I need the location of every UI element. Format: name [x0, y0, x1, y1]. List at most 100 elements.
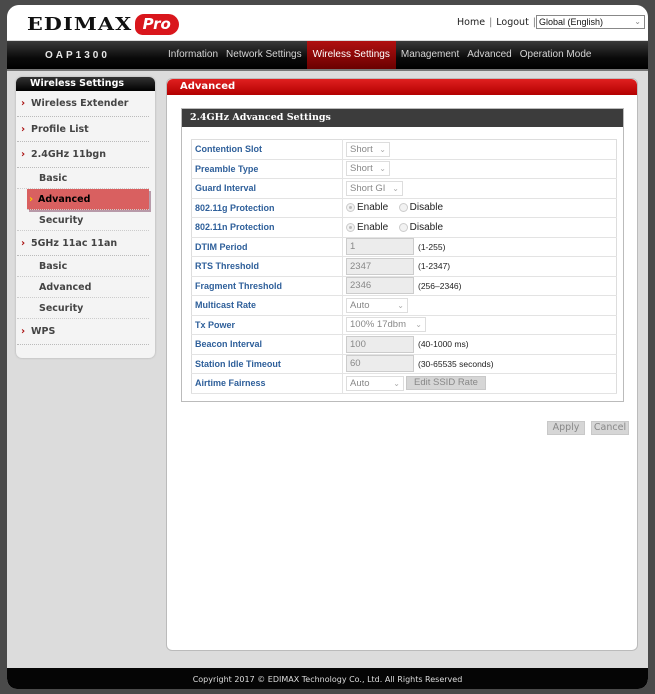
g-protection-enable-radio[interactable] [346, 203, 355, 213]
rts-input[interactable]: 2347 [346, 257, 414, 275]
nav-advanced[interactable]: Advanced [464, 41, 514, 69]
sidebar-sub-24-security[interactable]: Security [17, 210, 149, 231]
contention-slot-label: Contention Slot [191, 139, 343, 160]
sidebar-item-label: Advanced [38, 193, 91, 205]
sidebar-sub-24-advanced[interactable]: › Advanced [27, 188, 149, 210]
apply-button[interactable]: Apply [547, 421, 585, 435]
chevron-right-icon: › [21, 123, 26, 135]
rts-hint: (1-2347) [418, 261, 451, 272]
table-row: Airtime Fairness Auto ⌄ Edit SSID Rate [191, 373, 617, 394]
select-value: Short [350, 163, 373, 175]
sidebar-item-label: 2.4GHz 11bgn [31, 149, 106, 160]
tx-power-label: Tx Power [191, 315, 343, 335]
chevron-right-icon: › [21, 98, 26, 109]
select-value: Auto [350, 377, 370, 389]
main-panel: Advanced 2.4GHz Advanced Settings Conten… [166, 78, 638, 651]
tx-power-select[interactable]: 100% 17dbm ⌄ [346, 317, 426, 333]
idle-timeout-label: Station Idle Timeout [191, 354, 343, 374]
table-row: Multicast Rate Auto ⌄ [191, 295, 617, 316]
sidebar-sub-5-basic[interactable]: Basic [17, 256, 149, 277]
guard-interval-select[interactable]: Short GI ⌄ [346, 180, 403, 196]
radio-label: Disable [409, 221, 444, 233]
logo-text: EDIMAX [27, 13, 133, 35]
sidebar-item-24ghz[interactable]: › 2.4GHz 11bgn [17, 142, 149, 168]
sidebar-item-profile-list[interactable]: › Profile List [17, 117, 149, 142]
sidebar-item-wireless-extender[interactable]: › Wireless Extender [17, 91, 149, 117]
sidebar-sub-5-security[interactable]: Security [17, 298, 149, 319]
sidebar-item-wps[interactable]: › WPS [17, 319, 149, 345]
beacon-label: Beacon Interval [191, 334, 343, 355]
dtim-hint: (1-255) [418, 241, 446, 252]
top-links: Home | Logout | [457, 17, 536, 28]
settings-section: 2.4GHz Advanced Settings Contention Slot… [181, 108, 624, 402]
cancel-button[interactable]: Cancel [591, 421, 629, 435]
select-value: Auto [350, 299, 370, 311]
sidebar-item-5ghz[interactable]: › 5GHz 11ac 11an [17, 231, 149, 256]
multicast-label: Multicast Rate [191, 295, 343, 316]
nav-operation-mode[interactable]: Operation Mode [517, 41, 595, 69]
app-frame: EDIMAX Pro Home | Logout | Global (Engli… [7, 5, 648, 689]
chevron-down-icon: ⌄ [397, 300, 404, 310]
beacon-hint: (40-1000 ms) [418, 339, 469, 350]
model-name: OAP1300 [45, 50, 110, 61]
page-title: Advanced [167, 79, 637, 95]
n-protection-enable-radio[interactable] [346, 222, 355, 232]
table-row: Fragment Threshold 2346 (256–2346) [191, 276, 617, 296]
fragment-label: Fragment Threshold [191, 276, 343, 296]
logo-pro-badge: Pro [134, 13, 179, 35]
guard-interval-label: Guard Interval [191, 178, 343, 199]
logout-link[interactable]: Logout [496, 17, 529, 28]
edimax-logo: EDIMAX Pro [27, 12, 179, 36]
rts-label: RTS Threshold [191, 256, 343, 277]
dtim-input[interactable]: 1 [346, 238, 414, 256]
n-protection-disable-radio[interactable] [398, 222, 408, 232]
table-row: 802.11g Protection Enable Disable [191, 198, 617, 218]
n-protection-label: 802.11n Protection [191, 217, 343, 238]
nav-information[interactable]: Information [165, 41, 221, 69]
select-value: Short [350, 143, 373, 155]
sidebar-sub-24-basic[interactable]: Basic [17, 168, 149, 189]
nav-management[interactable]: Management [398, 41, 462, 69]
sidebar-title: Wireless Settings [16, 77, 155, 91]
table-row: Guard Interval Short GI ⌄ [191, 178, 617, 199]
radio-label: Disable [409, 202, 444, 214]
chevron-down-icon: ⌄ [392, 183, 399, 193]
chevron-right-icon: › [21, 326, 26, 337]
table-row: Contention Slot Short ⌄ [191, 139, 617, 160]
form-actions: Apply Cancel [545, 421, 629, 435]
separator: | [489, 17, 493, 28]
home-link[interactable]: Home [457, 17, 485, 28]
nav-network-settings[interactable]: Network Settings [223, 41, 305, 69]
radio-label: Enable [357, 221, 389, 233]
fragment-input[interactable]: 2346 [346, 277, 414, 295]
chevron-down-icon: ⌄ [415, 320, 422, 330]
table-row: Tx Power 100% 17dbm ⌄ [191, 315, 617, 335]
sidebar-sub-5-advanced[interactable]: Advanced [17, 277, 149, 298]
g-protection-label: 802.11g Protection [191, 198, 343, 218]
sidebar: Wireless Settings › Wireless Extender › … [16, 77, 155, 358]
table-row: Station Idle Timeout 60 (30-65535 seconds… [191, 354, 617, 374]
language-select[interactable]: Global (English) ⌄ [536, 15, 645, 29]
table-row: DTIM Period 1 (1-255) [191, 237, 617, 257]
contention-slot-select[interactable]: Short ⌄ [346, 141, 390, 157]
preamble-type-label: Preamble Type [191, 159, 343, 179]
sidebar-item-label: Profile List [31, 123, 89, 135]
table-row: Preamble Type Short ⌄ [191, 159, 617, 179]
g-protection-disable-radio[interactable] [398, 203, 408, 213]
airtime-select[interactable]: Auto ⌄ [346, 375, 404, 391]
beacon-input[interactable]: 100 [346, 335, 414, 353]
select-value: 100% 17dbm [350, 319, 406, 331]
footer-copyright: Copyright 2017 © EDIMAX Technology Co., … [7, 668, 648, 689]
idle-timeout-input[interactable]: 60 [346, 355, 414, 373]
chevron-right-icon: › [21, 237, 26, 249]
preamble-type-select[interactable]: Short ⌄ [346, 161, 390, 177]
sidebar-item-label: WPS [31, 326, 56, 337]
dtim-label: DTIM Period [191, 237, 343, 257]
table-row: RTS Threshold 2347 (1-2347) [191, 256, 617, 277]
idle-timeout-hint: (30-65535 seconds) [418, 358, 494, 369]
multicast-select[interactable]: Auto ⌄ [346, 297, 408, 313]
nav-wireless-settings[interactable]: Wireless Settings [306, 41, 396, 69]
chevron-right-icon: › [21, 149, 26, 160]
chevron-down-icon: ⌄ [634, 17, 641, 26]
edit-ssid-rate-button[interactable]: Edit SSID Rate [406, 376, 486, 391]
